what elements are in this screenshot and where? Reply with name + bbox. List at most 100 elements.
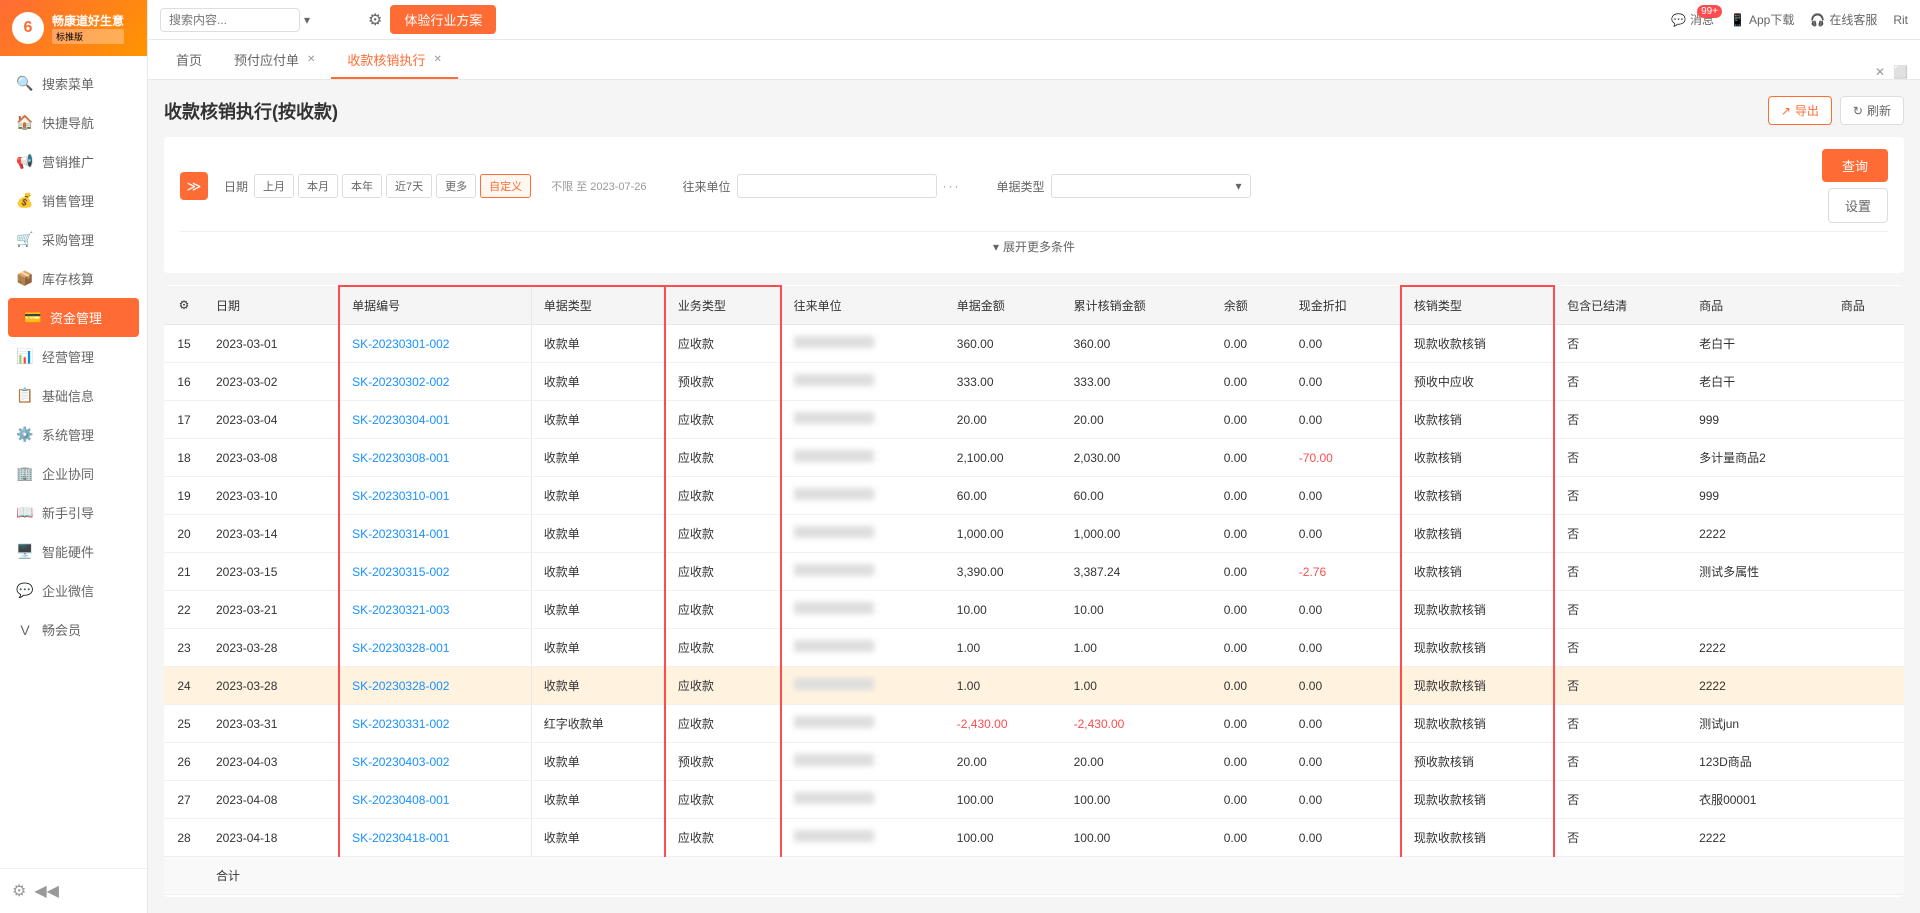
col-header-gear[interactable]: ⚙ — [164, 286, 204, 325]
cell-partner — [781, 591, 945, 629]
cell-docno[interactable]: SK-20230301-002 — [339, 325, 531, 363]
sidebar-item-search[interactable]: 🔍 搜索菜单 — [0, 64, 147, 103]
sidebar-item-operations[interactable]: 📊 经营管理 — [0, 337, 147, 376]
cell-docno[interactable]: SK-20230408-001 — [339, 781, 531, 819]
expand-more-button[interactable]: ▾ 展开更多条件 — [180, 231, 1888, 261]
tab-prepay-close-icon[interactable]: ✕ — [307, 54, 315, 65]
cell-docno[interactable]: SK-20230328-002 — [339, 667, 531, 705]
col-header-writeoff-amount: 累计核销金额 — [1062, 286, 1212, 325]
filter-toggle-button[interactable]: ≫ — [180, 172, 208, 200]
cell-docno[interactable]: SK-20230314-001 — [339, 515, 531, 553]
close-all-icon[interactable]: ✕ — [1875, 65, 1885, 79]
setting-button[interactable]: 设置 — [1828, 188, 1888, 223]
topbar-search-input[interactable] — [160, 8, 300, 32]
cell-date: 2023-03-21 — [204, 591, 339, 629]
footer-cell-2 — [339, 857, 531, 895]
cell-docno[interactable]: SK-20230315-002 — [339, 553, 531, 591]
doctype-select[interactable]: ▾ — [1051, 174, 1251, 198]
cell-partner — [781, 401, 945, 439]
cell-docno[interactable]: SK-20230328-001 — [339, 629, 531, 667]
cell-docno-link[interactable]: SK-20230331-002 — [352, 717, 449, 731]
cell-included: 否 — [1554, 401, 1687, 439]
cell-docno[interactable]: SK-20230308-001 — [339, 439, 531, 477]
cell-docno-link[interactable]: SK-20230328-002 — [352, 679, 449, 693]
cell-docno-link[interactable]: SK-20230328-001 — [352, 641, 449, 655]
cell-date: 2023-03-01 — [204, 325, 339, 363]
sales-icon: 💰 — [16, 192, 34, 209]
tab-prepay[interactable]: 预付应付单 ✕ — [218, 42, 331, 79]
table-row: 162023-03-02SK-20230302-002收款单预收款333.003… — [164, 363, 1904, 401]
collapse-icon[interactable]: ◀◀ — [34, 881, 59, 901]
tab-collection[interactable]: 收款核销执行 ✕ — [331, 42, 457, 79]
cell-docno[interactable]: SK-20230418-001 — [339, 819, 531, 857]
cell-docno-link[interactable]: SK-20230302-002 — [352, 375, 449, 389]
dropdown-arrow-icon[interactable]: ▾ — [304, 13, 310, 27]
sidebar-item-hardware[interactable]: 🖥️ 智能硬件 — [0, 532, 147, 571]
partner-input[interactable] — [737, 174, 937, 198]
date-btn-this-month[interactable]: 本月 — [298, 174, 338, 198]
sidebar-item-purchase[interactable]: 🛒 采购管理 — [0, 220, 147, 259]
more-options-icon[interactable]: ··· — [943, 179, 961, 193]
cell-docno-link[interactable]: SK-20230304-001 — [352, 413, 449, 427]
tab-home[interactable]: 首页 — [160, 42, 218, 79]
cell-index: 26 — [164, 743, 204, 781]
sidebar-item-inventory[interactable]: 📦 库存核算 — [0, 259, 147, 298]
cell-docno-link[interactable]: SK-20230321-003 — [352, 603, 449, 617]
col-header-docno: 单据编号 — [339, 286, 531, 325]
col-header-date: 日期 — [204, 286, 339, 325]
cell-docno-link[interactable]: SK-20230301-002 — [352, 337, 449, 351]
solution-button[interactable]: 体验行业方案 — [390, 5, 496, 34]
cell-balance: 0.00 — [1212, 477, 1287, 515]
cell-index: 18 — [164, 439, 204, 477]
settings-gear-icon[interactable]: ⚙ — [12, 881, 26, 901]
sidebar-item-guide[interactable]: 📖 新手引导 — [0, 493, 147, 532]
sidebar-item-member[interactable]: V 畅会员 — [0, 610, 147, 649]
query-button[interactable]: 查询 — [1822, 149, 1888, 182]
cell-index: 19 — [164, 477, 204, 515]
date-btn-7days[interactable]: 近7天 — [386, 174, 432, 198]
date-btn-more[interactable]: 更多 — [436, 174, 476, 198]
topbar-gear-icon[interactable]: ⚙ — [368, 10, 382, 30]
table-row: 262023-04-03SK-20230403-002收款单预收款20.0020… — [164, 743, 1904, 781]
cell-docno[interactable]: SK-20230321-003 — [339, 591, 531, 629]
refresh-button[interactable]: ↻ 刷新 — [1840, 96, 1904, 125]
cell-docno[interactable]: SK-20230403-002 — [339, 743, 531, 781]
sidebar-item-basicinfo[interactable]: 📋 基础信息 — [0, 376, 147, 415]
cell-product2 — [1829, 629, 1904, 667]
cell-docno[interactable]: SK-20230304-001 — [339, 401, 531, 439]
cell-docno[interactable]: SK-20230310-001 — [339, 477, 531, 515]
date-btn-last-month[interactable]: 上月 — [254, 174, 294, 198]
cell-included: 否 — [1554, 705, 1687, 743]
date-btn-this-year[interactable]: 本年 — [342, 174, 382, 198]
cell-docno[interactable]: SK-20230331-002 — [339, 705, 531, 743]
sidebar-item-corp[interactable]: 🏢 企业协同 — [0, 454, 147, 493]
cell-docno-link[interactable]: SK-20230314-001 — [352, 527, 449, 541]
cell-writeoff-amount: 10.00 — [1062, 591, 1212, 629]
cell-docno[interactable]: SK-20230302-002 — [339, 363, 531, 401]
tab-collection-close-icon[interactable]: ✕ — [433, 54, 441, 65]
sidebar-item-sales[interactable]: 💰 销售管理 — [0, 181, 147, 220]
cell-docno-link[interactable]: SK-20230308-001 — [352, 451, 449, 465]
message-button[interactable]: 💬 消息 99+ — [1671, 11, 1714, 28]
restore-icon[interactable]: ⬜ — [1893, 65, 1908, 79]
export-button[interactable]: ↗ 导出 — [1768, 96, 1832, 125]
cell-included: 否 — [1554, 743, 1687, 781]
cell-docno-link[interactable]: SK-20230310-001 — [352, 489, 449, 503]
cell-product2 — [1829, 515, 1904, 553]
sidebar-footer: ⚙ ◀◀ — [0, 868, 147, 913]
cell-docno-link[interactable]: SK-20230418-001 — [352, 831, 449, 845]
gear-icon[interactable]: ⚙ — [179, 298, 190, 312]
app-download-button[interactable]: 📱 App下载 — [1730, 11, 1794, 28]
cell-docno-link[interactable]: SK-20230403-002 — [352, 755, 449, 769]
online-service-button[interactable]: 🎧 在线客服 — [1810, 11, 1877, 28]
sidebar-item-finance[interactable]: 💳 资金管理 — [8, 298, 139, 337]
cell-docno-link[interactable]: SK-20230408-001 — [352, 793, 449, 807]
sidebar-item-wechat[interactable]: 💬 企业微信 — [0, 571, 147, 610]
cell-docno-link[interactable]: SK-20230315-002 — [352, 565, 449, 579]
page-actions: ↗ 导出 ↻ 刷新 — [1768, 96, 1904, 125]
cell-amount: 10.00 — [945, 591, 1062, 629]
sidebar-item-marketing[interactable]: 📢 营销推广 — [0, 142, 147, 181]
sidebar-item-quicknav[interactable]: 🏠 快捷导航 — [0, 103, 147, 142]
sidebar-item-system[interactable]: ⚙️ 系统管理 — [0, 415, 147, 454]
date-btn-custom[interactable]: 自定义 — [480, 174, 531, 198]
